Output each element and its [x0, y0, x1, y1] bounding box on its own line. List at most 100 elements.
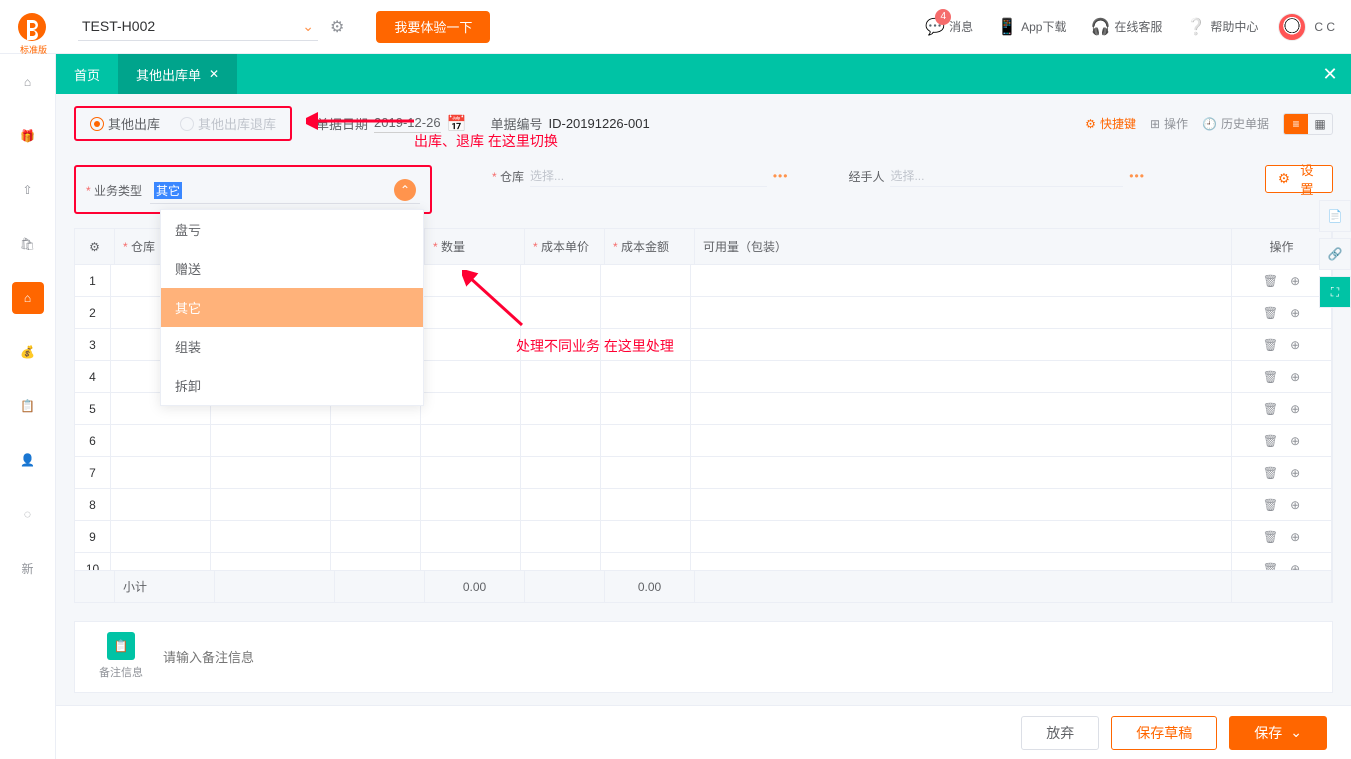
- date-value[interactable]: 2019-12-26: [374, 115, 441, 133]
- tab-other-out[interactable]: 其他出库单 ✕: [118, 54, 237, 94]
- messages-link[interactable]: 💬 消息 4: [925, 17, 973, 37]
- warehouse-select[interactable]: 选择...: [530, 165, 767, 187]
- delete-icon[interactable]: 🗑: [1263, 530, 1278, 544]
- delete-icon[interactable]: 🗑: [1263, 306, 1278, 320]
- handler-select[interactable]: 选择...: [890, 165, 1123, 187]
- cell-amount[interactable]: [601, 393, 691, 424]
- add-icon[interactable]: ⊕: [1290, 338, 1300, 352]
- tab-home[interactable]: 首页: [56, 54, 118, 94]
- dock-doc-icon[interactable]: 📄: [1319, 200, 1351, 232]
- cell-price[interactable]: [521, 393, 601, 424]
- cell-unit[interactable]: [331, 425, 421, 456]
- cell-price[interactable]: [521, 553, 601, 570]
- table-row[interactable]: 7🗑⊕: [75, 457, 1332, 489]
- dd-option-disassemble[interactable]: 拆卸: [161, 366, 423, 405]
- radio-return[interactable]: 其他出库退库: [180, 114, 276, 133]
- cell-qty[interactable]: [421, 361, 521, 392]
- cell-amount[interactable]: [601, 457, 691, 488]
- dd-option-assemble[interactable]: 组装: [161, 327, 423, 366]
- cell-unit[interactable]: [331, 521, 421, 552]
- avatar[interactable]: [1278, 13, 1306, 41]
- app-download-link[interactable]: 📱 App下载: [997, 17, 1066, 37]
- add-icon[interactable]: ⊕: [1290, 466, 1300, 480]
- cell-qty[interactable]: [421, 457, 521, 488]
- delete-icon[interactable]: 🗑: [1263, 338, 1278, 352]
- table-row[interactable]: 9🗑⊕: [75, 521, 1332, 553]
- col-gear[interactable]: ⚙: [75, 229, 115, 264]
- delete-icon[interactable]: 🗑: [1263, 466, 1278, 480]
- cell-price[interactable]: [521, 489, 601, 520]
- rail-contact[interactable]: 👤: [12, 444, 44, 476]
- add-icon[interactable]: ⊕: [1290, 274, 1300, 288]
- add-icon[interactable]: ⊕: [1290, 562, 1300, 571]
- history-link[interactable]: 🕘 历史单据: [1202, 115, 1269, 132]
- cell-warehouse[interactable]: [111, 553, 211, 570]
- cell-unit[interactable]: [331, 553, 421, 570]
- operate-link[interactable]: ⊞ 操作: [1150, 115, 1188, 132]
- cell-qty[interactable]: [421, 553, 521, 570]
- add-icon[interactable]: ⊕: [1290, 434, 1300, 448]
- dd-option-gift[interactable]: 赠送: [161, 249, 423, 288]
- save-draft-button[interactable]: 保存草稿: [1111, 716, 1217, 750]
- dd-option-loss[interactable]: 盘亏: [161, 210, 423, 249]
- try-button[interactable]: 我要体验一下: [376, 11, 490, 43]
- cell-amount[interactable]: [601, 361, 691, 392]
- cell-price[interactable]: [521, 521, 601, 552]
- cell-code[interactable]: [211, 521, 331, 552]
- table-row[interactable]: 6🗑⊕: [75, 425, 1332, 457]
- cell-qty[interactable]: [421, 297, 521, 328]
- dock-expand-icon[interactable]: ⛶: [1319, 276, 1351, 308]
- customer-service-link[interactable]: 🎧 在线客服: [1090, 17, 1162, 37]
- cell-code[interactable]: [211, 425, 331, 456]
- delete-icon[interactable]: 🗑: [1263, 498, 1278, 512]
- rail-gift[interactable]: 🎁: [12, 120, 44, 152]
- close-icon[interactable]: ✕: [209, 67, 219, 81]
- cell-warehouse[interactable]: [111, 425, 211, 456]
- dock-link-icon[interactable]: 🔗: [1319, 238, 1351, 270]
- delete-icon[interactable]: 🗑: [1263, 402, 1278, 416]
- cell-qty[interactable]: [421, 425, 521, 456]
- biz-type-select[interactable]: 其它 ⌃: [150, 177, 420, 204]
- cell-warehouse[interactable]: [111, 457, 211, 488]
- delete-icon[interactable]: 🗑: [1263, 434, 1278, 448]
- cell-warehouse[interactable]: [111, 489, 211, 520]
- rail-doc[interactable]: 📋: [12, 390, 44, 422]
- cell-amount[interactable]: [601, 425, 691, 456]
- add-icon[interactable]: ⊕: [1290, 306, 1300, 320]
- radio-out[interactable]: 其他出库: [90, 114, 160, 133]
- org-select[interactable]: TEST-H002 ⌄: [78, 13, 318, 41]
- cell-code[interactable]: [211, 489, 331, 520]
- rail-home[interactable]: ⌂: [12, 66, 44, 98]
- add-icon[interactable]: ⊕: [1290, 402, 1300, 416]
- cell-unit[interactable]: [331, 489, 421, 520]
- rail-new[interactable]: 新: [12, 552, 44, 584]
- settings-button[interactable]: ⚙ 设置: [1265, 165, 1333, 193]
- rail-money[interactable]: 💰: [12, 336, 44, 368]
- rail-bag[interactable]: 🛍: [12, 228, 44, 260]
- table-row[interactable]: 8🗑⊕: [75, 489, 1332, 521]
- cell-amount[interactable]: [601, 489, 691, 520]
- cell-amount[interactable]: [601, 521, 691, 552]
- more-icon[interactable]: •••: [1129, 169, 1145, 183]
- delete-icon[interactable]: 🗑: [1263, 274, 1278, 288]
- table-row[interactable]: 10🗑⊕: [75, 553, 1332, 570]
- cell-price[interactable]: [521, 297, 601, 328]
- discard-button[interactable]: 放弃: [1021, 716, 1099, 750]
- delete-icon[interactable]: 🗑: [1263, 562, 1278, 571]
- cell-qty[interactable]: [421, 521, 521, 552]
- cell-unit[interactable]: [331, 457, 421, 488]
- cell-qty[interactable]: [421, 489, 521, 520]
- rail-up[interactable]: ⇧: [12, 174, 44, 206]
- cell-amount[interactable]: [601, 297, 691, 328]
- more-icon[interactable]: •••: [773, 169, 789, 183]
- add-icon[interactable]: ⊕: [1290, 530, 1300, 544]
- delete-icon[interactable]: 🗑: [1263, 370, 1278, 384]
- cell-warehouse[interactable]: [111, 521, 211, 552]
- rail-sync[interactable]: ◌: [12, 498, 44, 530]
- cell-amount[interactable]: [601, 553, 691, 570]
- dd-option-other[interactable]: 其它: [161, 288, 423, 327]
- cell-qty[interactable]: [421, 265, 521, 296]
- gear-icon[interactable]: ⚙: [330, 17, 344, 37]
- add-icon[interactable]: ⊕: [1290, 370, 1300, 384]
- cell-amount[interactable]: [601, 265, 691, 296]
